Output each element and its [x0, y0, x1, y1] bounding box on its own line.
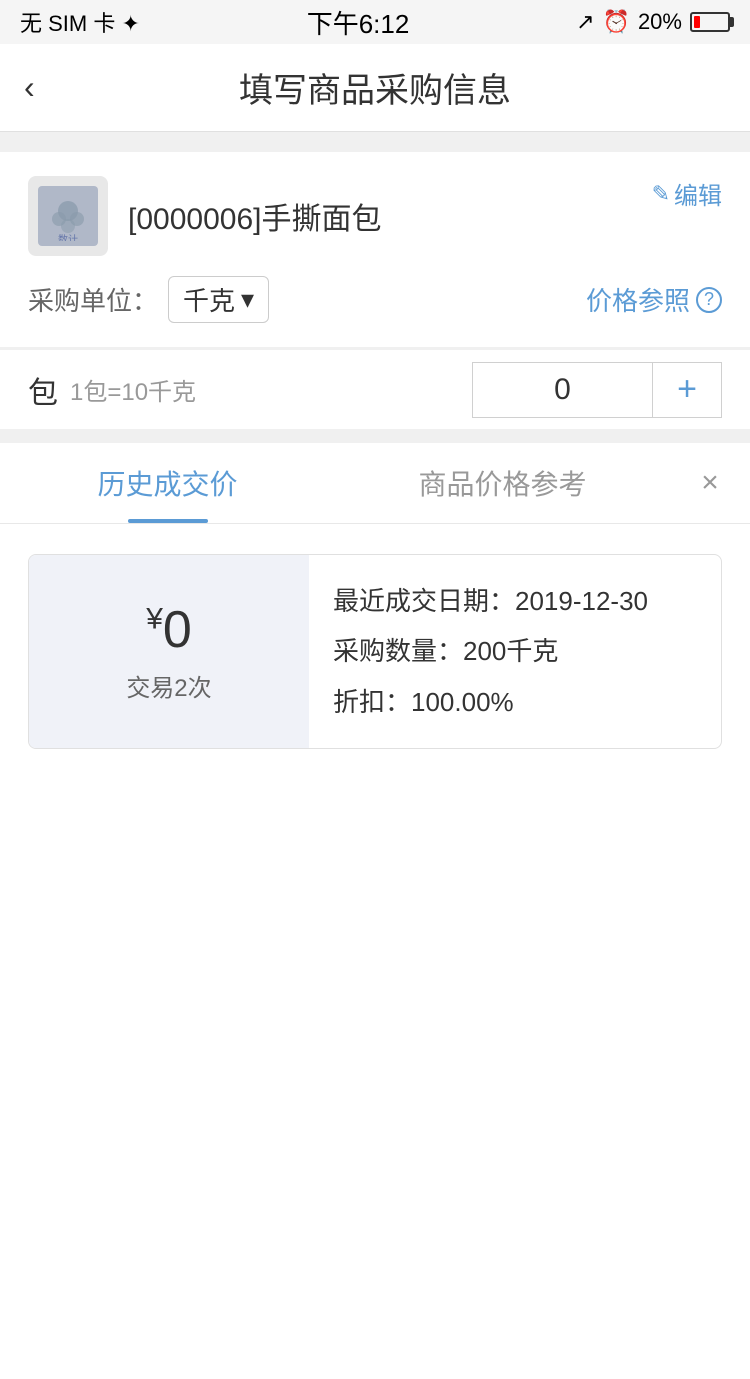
unit-select-dropdown[interactable]: 千克 ▾ — [168, 276, 269, 323]
transaction-count: 交易2次 — [126, 668, 211, 703]
quantity-input[interactable]: 0 — [472, 362, 652, 418]
battery-text: 20% — [638, 9, 682, 35]
history-details-section: 最近成交日期：2019-12-30 采购数量：200千克 折扣：100.00% — [309, 555, 721, 748]
history-content: ¥0 交易2次 最近成交日期：2019-12-30 采购数量：200千克 折扣：… — [0, 524, 750, 779]
bottom-space — [0, 779, 750, 1379]
alarm-icon: ⏰ — [603, 9, 630, 35]
product-left: 数计 [0000006]手撕面包 — [28, 176, 381, 256]
price-ref-help-icon: ? — [696, 287, 722, 313]
unit-pack-label: 包 — [28, 368, 58, 412]
product-footer: 采购单位： 千克 ▾ 价格参照 ? — [28, 276, 722, 323]
tab-price-reference[interactable]: 商品价格参考 — [335, 443, 670, 523]
tab-history-label: 历史成交价 — [97, 463, 237, 503]
qty-label: 采购数量： — [333, 636, 463, 666]
qty-value: 200千克 — [463, 636, 558, 666]
unit-label: 采购单位： 千克 ▾ — [28, 276, 269, 323]
quantity-controls: 0 + — [472, 362, 722, 418]
tab-history-price[interactable]: 历史成交价 — [0, 443, 335, 523]
unit-value: 千克 — [183, 281, 235, 318]
product-image: 数计 — [28, 176, 108, 256]
nav-bar: ‹ 填写商品采购信息 — [0, 44, 750, 132]
price-ref-label: 价格参照 — [586, 281, 690, 318]
quantity-row: 包 1包=10千克 0 + — [0, 349, 750, 429]
product-card: 数计 [0000006]手撕面包 ✎ 编辑 采购单位： 千克 ▾ 价格参照 ? — [0, 152, 750, 347]
date-label: 最近成交日期： — [333, 586, 515, 616]
sim-signal-text: 无 SIM 卡 ✦ — [20, 6, 140, 38]
currency-symbol: ¥ — [146, 603, 163, 636]
edit-icon: ✎ — [652, 181, 670, 207]
quantity-label: 包 1包=10千克 — [28, 368, 196, 412]
status-time: 下午6:12 — [307, 4, 410, 41]
product-thumbnail: 数计 — [38, 186, 98, 246]
history-price-section: ¥0 交易2次 — [29, 555, 309, 748]
date-value: 2019-12-30 — [515, 586, 648, 616]
tab-price-ref-label: 商品价格参考 — [418, 463, 586, 503]
quantity-plus-button[interactable]: + — [652, 362, 722, 418]
discount-label: 折扣： — [333, 687, 411, 717]
status-right: ↗ ⏰ 20% — [576, 9, 730, 35]
discount-row: 折扣：100.00% — [333, 684, 697, 720]
unit-prefix: 采购单位： — [28, 281, 158, 318]
battery-fill — [694, 16, 700, 28]
product-header: 数计 [0000006]手撕面包 ✎ 编辑 — [28, 176, 722, 256]
svg-text:数计: 数计 — [58, 233, 78, 241]
product-name: [0000006]手撕面包 — [128, 194, 381, 238]
tab-panel: 历史成交价 商品价格参考 × ¥0 交易2次 最近成交日期：2019-12-30… — [0, 443, 750, 779]
edit-button[interactable]: ✎ 编辑 — [652, 176, 722, 211]
purchase-qty-row: 采购数量：200千克 — [333, 633, 697, 669]
dropdown-arrow-icon: ▾ — [241, 284, 254, 315]
transaction-date-row: 最近成交日期：2019-12-30 — [333, 583, 697, 619]
tab-header: 历史成交价 商品价格参考 × — [0, 443, 750, 524]
status-bar: 无 SIM 卡 ✦ 下午6:12 ↗ ⏰ 20% — [0, 0, 750, 44]
tab-close-button[interactable]: × — [670, 443, 750, 523]
edit-label: 编辑 — [674, 176, 722, 211]
history-price-value: ¥0 — [146, 600, 192, 660]
price-number: 0 — [163, 601, 192, 659]
status-left: 无 SIM 卡 ✦ — [20, 6, 140, 38]
unit-conversion-label: 1包=10千克 — [70, 372, 196, 407]
location-icon: ↗ — [576, 9, 594, 35]
battery-icon — [690, 12, 730, 32]
back-button[interactable]: ‹ — [24, 69, 35, 106]
page-title: 填写商品采购信息 — [239, 63, 511, 112]
price-reference-button[interactable]: 价格参照 ? — [586, 281, 722, 318]
discount-value: 100.00% — [411, 687, 514, 717]
history-card: ¥0 交易2次 最近成交日期：2019-12-30 采购数量：200千克 折扣：… — [28, 554, 722, 749]
